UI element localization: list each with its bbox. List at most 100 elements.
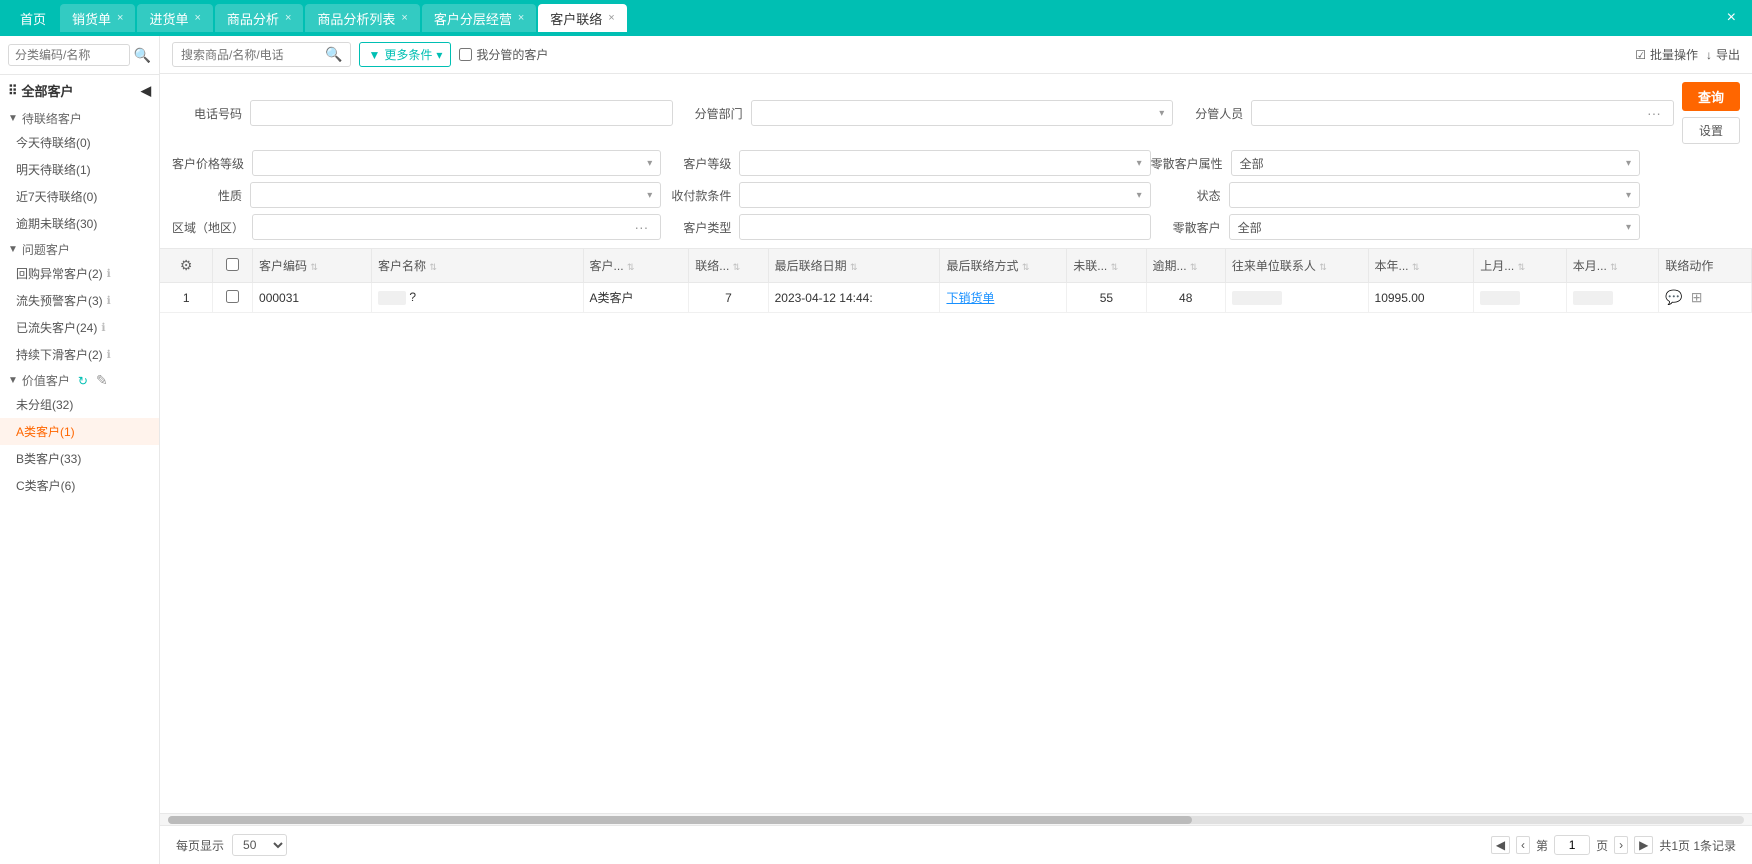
- hscroll-track[interactable]: [168, 816, 1744, 824]
- sidebar-collapse-icon[interactable]: ◀: [141, 83, 151, 99]
- sidebar-item-tomorrow[interactable]: 明天待联络(1): [0, 156, 159, 183]
- sidebar-item-b-class[interactable]: B类客户(33): [0, 445, 159, 472]
- tab-purchase[interactable]: 进货单 ×: [137, 4, 212, 32]
- refresh-icon[interactable]: ↻: [78, 374, 88, 388]
- tab-home[interactable]: 首页: [8, 4, 58, 32]
- sidebar-item-ungrouped[interactable]: 未分组(32): [0, 391, 159, 418]
- filter-retail-select[interactable]: 全部 ▾: [1229, 214, 1640, 240]
- filter-price-level-select[interactable]: ▾: [252, 150, 661, 176]
- sidebar-item-churned[interactable]: 已流失客户(24) ℹ: [0, 314, 159, 341]
- filter-retail-attr-select[interactable]: 全部 ▾: [1231, 150, 1640, 176]
- filter-nature-select[interactable]: ▾: [250, 182, 661, 208]
- sort-name-icon[interactable]: ⇅: [429, 262, 437, 272]
- page-size-select[interactable]: 50 100 200: [232, 834, 287, 856]
- sort-contact-icon[interactable]: ⇅: [733, 262, 741, 272]
- sort-lastway-icon[interactable]: ⇅: [1022, 262, 1030, 272]
- group-problem-customers[interactable]: ▼ 问题客户: [0, 237, 159, 260]
- sidebar-item-repurchase-abnormal[interactable]: 回购异常客户(2) ℹ: [0, 260, 159, 287]
- my-customers-checkbox-label[interactable]: 我分管的客户: [459, 46, 548, 63]
- sort-thisyear-icon[interactable]: ⇅: [1412, 262, 1420, 272]
- page-number-input[interactable]: [1554, 835, 1590, 855]
- main-search-icon[interactable]: 🔍: [325, 46, 342, 63]
- close-goods-list-icon[interactable]: ×: [401, 12, 407, 24]
- th-prevcontact-label: 往来单位联系人: [1232, 259, 1316, 273]
- sort-ctype-icon[interactable]: ⇅: [627, 262, 635, 272]
- sidebar-all-customers[interactable]: ⠿ 全部客户 ◀: [0, 75, 159, 106]
- action-qr-icon[interactable]: ⊞: [1691, 289, 1703, 306]
- filter-phone-input[interactable]: [250, 100, 673, 126]
- table-gear-icon[interactable]: ⚙: [180, 257, 193, 273]
- sort-unlinkdays-icon[interactable]: ⇅: [1111, 262, 1119, 272]
- tab-customer-tier[interactable]: 客户分层经营 ×: [422, 4, 536, 32]
- filter-dept-select[interactable]: ▾: [751, 100, 1174, 126]
- last-page-btn[interactable]: ▶: [1634, 836, 1653, 854]
- export-btn[interactable]: ↓ 导出: [1706, 46, 1740, 63]
- select-all-checkbox[interactable]: [226, 258, 239, 271]
- app-close-icon[interactable]: ×: [1719, 9, 1744, 27]
- triangle-icon: ▼: [8, 113, 18, 124]
- close-purchase-icon[interactable]: ×: [194, 12, 200, 24]
- close-goods-analysis-icon[interactable]: ×: [285, 12, 291, 24]
- filter-payment-select[interactable]: ▾: [739, 182, 1150, 208]
- tab-goods-analysis[interactable]: 商品分析 ×: [215, 4, 303, 32]
- th-ctype[interactable]: 客户... ⇅: [583, 249, 689, 283]
- row-lastway-link[interactable]: 下销货单: [946, 291, 994, 305]
- th-overdue[interactable]: 逾期... ⇅: [1146, 249, 1225, 283]
- sort-thismonth-icon[interactable]: ⇅: [1610, 262, 1618, 272]
- more-filter-btn[interactable]: ▼ 更多条件 ▾: [359, 42, 451, 67]
- close-customer-contact-icon[interactable]: ×: [608, 12, 614, 24]
- tab-customer-contact[interactable]: 客户联络 ×: [538, 4, 626, 32]
- close-customer-tier-icon[interactable]: ×: [518, 12, 524, 24]
- sidebar-item-churn-warning[interactable]: 流失预警客户(3) ℹ: [0, 287, 159, 314]
- filter-customer-level-select[interactable]: ▾: [739, 150, 1150, 176]
- first-page-btn[interactable]: ◀: [1491, 836, 1510, 854]
- action-chat-icon[interactable]: 💬: [1665, 289, 1682, 306]
- dotdotdot-region-icon[interactable]: ···: [630, 219, 652, 235]
- th-lastmonth[interactable]: 上月... ⇅: [1474, 249, 1567, 283]
- sidebar-item-overdue[interactable]: 逾期未联络(30): [0, 210, 159, 237]
- horizontal-scrollbar[interactable]: [160, 813, 1752, 825]
- th-thisyear[interactable]: 本年... ⇅: [1368, 249, 1474, 283]
- dotdotdot-person-icon[interactable]: ···: [1643, 105, 1665, 121]
- filter-person-select[interactable]: ···: [1251, 100, 1674, 126]
- sidebar-item-c-class[interactable]: C类客户(6): [0, 472, 159, 499]
- sort-lastdate-icon[interactable]: ⇅: [850, 262, 858, 272]
- my-customers-checkbox[interactable]: [459, 48, 472, 61]
- th-lastway[interactable]: 最后联络方式 ⇅: [940, 249, 1067, 283]
- filter-ctype-select[interactable]: [739, 214, 1150, 240]
- search-input-wrap[interactable]: 🔍: [172, 42, 351, 67]
- th-thismonth[interactable]: 本月... ⇅: [1566, 249, 1659, 283]
- filter-region-select[interactable]: ···: [252, 214, 661, 240]
- sort-code-icon[interactable]: ⇅: [310, 262, 318, 272]
- bulk-op-btn[interactable]: ☑ 批量操作: [1635, 46, 1698, 63]
- main-search-input[interactable]: [181, 48, 321, 62]
- sort-overdue-icon[interactable]: ⇅: [1190, 262, 1198, 272]
- settings-button[interactable]: 设置: [1682, 117, 1740, 144]
- th-code[interactable]: 客户编码 ⇅: [253, 249, 372, 283]
- row-checkbox[interactable]: [226, 290, 239, 303]
- th-contact[interactable]: 联络... ⇅: [689, 249, 768, 283]
- prev-page-btn[interactable]: ‹: [1516, 836, 1530, 854]
- th-name[interactable]: 客户名称 ⇅: [372, 249, 584, 283]
- th-lastdate[interactable]: 最后联络日期 ⇅: [768, 249, 940, 283]
- sidebar-item-a-class[interactable]: A类客户(1): [0, 418, 159, 445]
- sidebar-item-7days[interactable]: 近7天待联络(0): [0, 183, 159, 210]
- close-sales-icon[interactable]: ×: [117, 12, 123, 24]
- group-value-customers[interactable]: ▼ 价值客户 ↻ ✎: [0, 368, 159, 391]
- query-button[interactable]: 查询: [1682, 82, 1740, 111]
- sidebar-item-declining[interactable]: 持续下滑客户(2) ℹ: [0, 341, 159, 368]
- th-prevcontact[interactable]: 往来单位联系人 ⇅: [1225, 249, 1368, 283]
- sidebar-item-today[interactable]: 今天待联络(0): [0, 129, 159, 156]
- sort-prevcontact-icon[interactable]: ⇅: [1319, 262, 1327, 272]
- group-waiting-contact[interactable]: ▼ 待联络客户: [0, 106, 159, 129]
- next-page-btn[interactable]: ›: [1614, 836, 1628, 854]
- sort-lastmonth-icon[interactable]: ⇅: [1518, 262, 1526, 272]
- tab-goods-list[interactable]: 商品分析列表 ×: [305, 4, 419, 32]
- edit-groups-icon[interactable]: ✎: [96, 372, 108, 389]
- sidebar-search-input[interactable]: [8, 44, 130, 66]
- tab-sales[interactable]: 销货单 ×: [60, 4, 135, 32]
- filter-status-select[interactable]: ▾: [1229, 182, 1640, 208]
- th-unlinkdays[interactable]: 未联... ⇅: [1067, 249, 1146, 283]
- hscroll-thumb[interactable]: [168, 816, 1192, 824]
- sidebar-search-icon[interactable]: 🔍: [134, 47, 151, 64]
